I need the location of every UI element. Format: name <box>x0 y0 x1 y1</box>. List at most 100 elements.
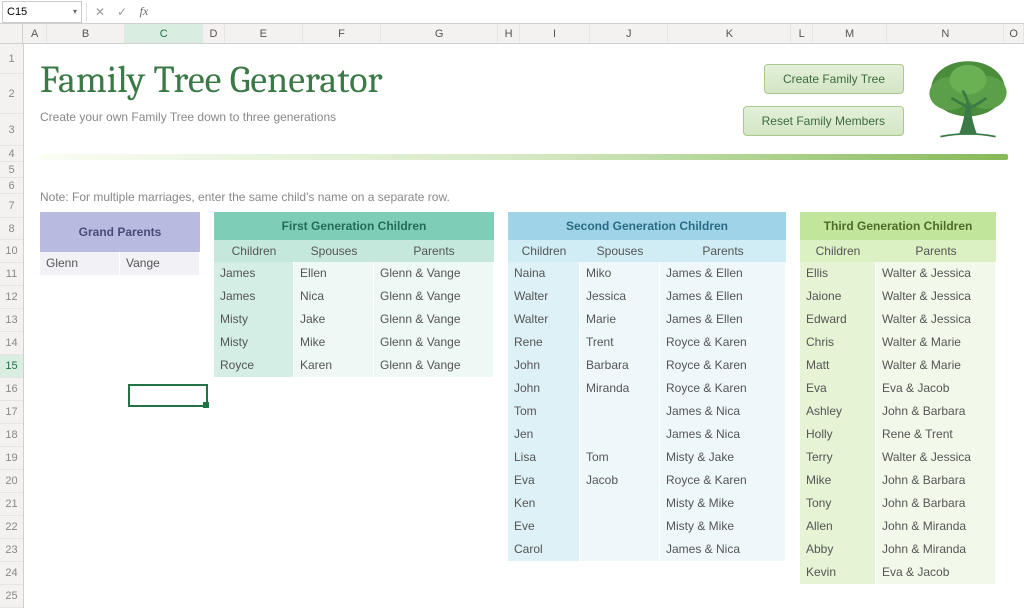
gen3-cell[interactable]: Walter & Jessica <box>876 285 996 308</box>
row-header-3[interactable]: 3 <box>0 114 23 146</box>
gen3-cell[interactable]: John & Barbara <box>876 492 996 515</box>
gen3-row[interactable]: MikeJohn & Barbara <box>800 469 996 492</box>
row-header-1[interactable]: 1 <box>0 44 23 74</box>
gen2-row[interactable]: LisaTomMisty & Jake <box>508 446 786 469</box>
grandparents-cell[interactable]: Vange <box>120 252 200 275</box>
gen2-cell[interactable] <box>580 515 660 538</box>
gen2-cell[interactable]: Barbara <box>580 354 660 377</box>
gen2-cell[interactable]: Royce & Karen <box>660 377 786 400</box>
gen3-cell[interactable]: John & Barbara <box>876 400 996 423</box>
gen2-row[interactable]: NainaMikoJames & Ellen <box>508 262 786 285</box>
row-header-12[interactable]: 12 <box>0 286 23 309</box>
row-header-21[interactable]: 21 <box>0 493 23 516</box>
gen3-row[interactable]: AllenJohn & Miranda <box>800 515 996 538</box>
gen3-row[interactable]: HollyRene & Trent <box>800 423 996 446</box>
gen3-row[interactable]: EdwardWalter & Jessica <box>800 308 996 331</box>
gen2-cell[interactable]: Royce & Karen <box>660 331 786 354</box>
gen2-row[interactable]: WalterJessicaJames & Ellen <box>508 285 786 308</box>
row-header-11[interactable]: 11 <box>0 263 23 286</box>
gen2-row[interactable]: ReneTrentRoyce & Karen <box>508 331 786 354</box>
column-header-O[interactable]: O <box>1004 24 1024 43</box>
gen3-cell[interactable]: Kevin <box>800 561 876 584</box>
formula-input[interactable] <box>155 1 1024 23</box>
gen1-cell[interactable]: Misty <box>214 308 294 331</box>
create-family-tree-button[interactable]: Create Family Tree <box>764 64 904 94</box>
gen2-row[interactable]: EveMisty & Mike <box>508 515 786 538</box>
gen2-cell[interactable]: Jacob <box>580 469 660 492</box>
gen3-cell[interactable]: Allen <box>800 515 876 538</box>
gen1-cell[interactable]: Glenn & Vange <box>374 262 494 285</box>
gen3-cell[interactable]: Mike <box>800 469 876 492</box>
gen2-cell[interactable]: Carol <box>508 538 580 561</box>
gen2-cell[interactable]: Walter <box>508 285 580 308</box>
gen2-cell[interactable] <box>580 423 660 446</box>
gen2-cell[interactable]: Misty & Jake <box>660 446 786 469</box>
gen3-cell[interactable]: Walter & Jessica <box>876 446 996 469</box>
gen1-cell[interactable]: Mike <box>294 331 374 354</box>
column-header-G[interactable]: G <box>381 24 498 43</box>
row-header-20[interactable]: 20 <box>0 470 23 493</box>
column-header-A[interactable]: A <box>23 24 46 43</box>
gen2-cell[interactable]: John <box>508 377 580 400</box>
gen1-cell[interactable]: Karen <box>294 354 374 377</box>
fx-icon[interactable]: fx <box>133 1 155 23</box>
row-header-15[interactable]: 15 <box>0 355 23 378</box>
gen3-cell[interactable]: Terry <box>800 446 876 469</box>
gen3-cell[interactable]: Eva & Jacob <box>876 561 996 584</box>
row-header-8[interactable]: 8 <box>0 218 23 240</box>
confirm-icon[interactable]: ✓ <box>111 1 133 23</box>
gen1-row[interactable]: MistyJakeGlenn & Vange <box>214 308 494 331</box>
name-box-dropdown-icon[interactable]: ▾ <box>73 7 77 16</box>
gen3-cell[interactable]: Walter & Marie <box>876 331 996 354</box>
column-header-C[interactable]: C <box>125 24 203 43</box>
gen2-row[interactable]: TomJames & Nica <box>508 400 786 423</box>
gen3-row[interactable]: EvaEva & Jacob <box>800 377 996 400</box>
gen2-cell[interactable]: Ken <box>508 492 580 515</box>
column-header-H[interactable]: H <box>498 24 520 43</box>
row-header-24[interactable]: 24 <box>0 562 23 585</box>
gen2-cell[interactable]: Walter <box>508 308 580 331</box>
gen2-cell[interactable]: Lisa <box>508 446 580 469</box>
gen1-cell[interactable]: Glenn & Vange <box>374 308 494 331</box>
column-header-B[interactable]: B <box>47 24 125 43</box>
column-header-N[interactable]: N <box>887 24 1004 43</box>
gen3-cell[interactable]: John & Miranda <box>876 515 996 538</box>
column-header-F[interactable]: F <box>303 24 381 43</box>
gen2-row[interactable]: WalterMarieJames & Ellen <box>508 308 786 331</box>
gen2-row[interactable]: Carol James & Nica <box>508 538 786 561</box>
gen3-row[interactable]: AbbyJohn & Miranda <box>800 538 996 561</box>
row-header-16[interactable]: 16 <box>0 378 23 401</box>
row-header-7[interactable]: 7 <box>0 194 23 218</box>
gen3-cell[interactable]: Walter & Marie <box>876 354 996 377</box>
name-box[interactable]: C15 ▾ <box>2 1 82 23</box>
column-header-L[interactable]: L <box>791 24 813 43</box>
gen1-cell[interactable]: James <box>214 262 294 285</box>
gen3-cell[interactable]: Eva <box>800 377 876 400</box>
gen2-cell[interactable]: James & Ellen <box>660 308 786 331</box>
gen2-cell[interactable]: Naina <box>508 262 580 285</box>
gen3-cell[interactable]: Edward <box>800 308 876 331</box>
gen2-cell[interactable]: Eva <box>508 469 580 492</box>
gen2-cell[interactable]: Rene <box>508 331 580 354</box>
gen2-cell[interactable]: James & Nica <box>660 423 786 446</box>
gen3-row[interactable]: TonyJohn & Barbara <box>800 492 996 515</box>
row-header-13[interactable]: 13 <box>0 309 23 332</box>
gen3-row[interactable]: JaioneWalter & Jessica <box>800 285 996 308</box>
gen3-row[interactable]: MattWalter & Marie <box>800 354 996 377</box>
gen2-cell[interactable]: James & Nica <box>660 538 786 561</box>
row-header-4[interactable]: 4 <box>0 146 23 162</box>
gen2-cell[interactable]: Jessica <box>580 285 660 308</box>
gen1-cell[interactable]: Royce <box>214 354 294 377</box>
gen2-cell[interactable]: Miko <box>580 262 660 285</box>
gen2-cell[interactable]: Royce & Karen <box>660 354 786 377</box>
gen3-cell[interactable]: Holly <box>800 423 876 446</box>
gen3-cell[interactable]: Ashley <box>800 400 876 423</box>
gen3-row[interactable]: ChrisWalter & Marie <box>800 331 996 354</box>
gen3-row[interactable]: EllisWalter & Jessica <box>800 262 996 285</box>
row-header-14[interactable]: 14 <box>0 332 23 355</box>
gen3-cell[interactable]: Abby <box>800 538 876 561</box>
gen2-cell[interactable] <box>580 538 660 561</box>
gen1-cell[interactable]: Ellen <box>294 262 374 285</box>
gen1-cell[interactable]: Nica <box>294 285 374 308</box>
gen2-cell[interactable] <box>580 400 660 423</box>
